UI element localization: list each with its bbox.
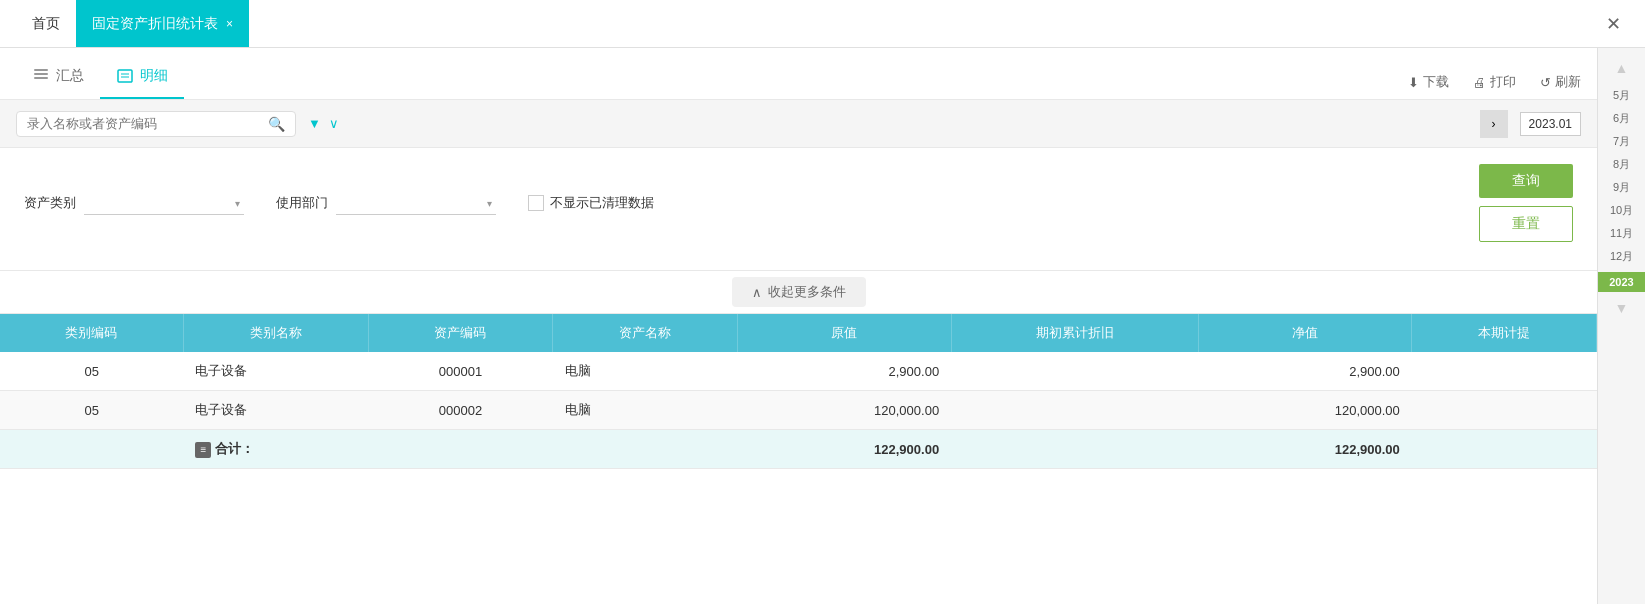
sidebar-month-item[interactable]: 8月 — [1610, 153, 1633, 176]
collapse-icon: ∧ — [752, 285, 762, 300]
refresh-icon: ↺ — [1540, 75, 1551, 90]
sidebar-month-item[interactable]: 6月 — [1610, 107, 1633, 130]
table-row: 05 电子设备 000001 电脑 2,900.00 2,900.00 — [0, 352, 1597, 391]
asset-category-label: 资产类别 — [24, 194, 76, 212]
col-asset-name: 资产名称 — [553, 314, 738, 352]
sidebar-month-item[interactable]: 12月 — [1610, 245, 1633, 268]
chevron-down-icon: ∨ — [329, 116, 339, 131]
tab-title: 固定资产折旧统计表 — [92, 15, 218, 33]
cell-category-code: 05 — [0, 352, 183, 391]
sidebar-scroll-down-btn[interactable]: ▼ — [1611, 296, 1633, 320]
summary-accumulated-dep — [951, 430, 1198, 469]
summary-row: ≡合计： 122,900.00 122,900.00 — [0, 430, 1597, 469]
sidebar-scroll-up-btn[interactable]: ▲ — [1611, 56, 1633, 80]
download-icon: ⬇ — [1408, 75, 1419, 90]
sidebar-month-item[interactable]: 10月 — [1610, 199, 1633, 222]
cell-net-value: 2,900.00 — [1198, 352, 1412, 391]
svg-rect-0 — [34, 73, 48, 75]
col-category-code: 类别编码 — [0, 314, 183, 352]
right-sidebar: ▲ 5月6月7月8月9月10月11月12月 2023 ▼ — [1597, 48, 1645, 604]
query-button[interactable]: 查询 — [1479, 164, 1573, 198]
data-table: 类别编码 类别名称 资产编码 资产名称 原值 期初累计折旧 净值 本期计提 05… — [0, 314, 1597, 469]
cell-asset-name: 电脑 — [553, 391, 738, 430]
summary-current-period — [1412, 430, 1597, 469]
download-btn[interactable]: ⬇ 下载 — [1408, 73, 1449, 91]
cell-accumulated-dep — [951, 352, 1198, 391]
hide-cleared-checkbox[interactable] — [528, 195, 544, 211]
print-icon: 🖨 — [1473, 75, 1486, 90]
tab-detail-label: 明细 — [140, 67, 168, 85]
col-net-value: 净值 — [1198, 314, 1412, 352]
department-field: 使用部门 — [276, 191, 496, 215]
svg-rect-2 — [34, 69, 48, 71]
tab-summary[interactable]: 汇总 — [16, 55, 100, 99]
data-table-container: 类别编码 类别名称 资产编码 资产名称 原值 期初累计折旧 净值 本期计提 05… — [0, 314, 1597, 604]
filter-icon: ▼ — [308, 116, 321, 131]
refresh-btn[interactable]: ↺ 刷新 — [1540, 73, 1581, 91]
col-asset-code: 资产编码 — [368, 314, 553, 352]
more-conditions-btn[interactable]: ▼ ∨ — [308, 116, 339, 131]
print-btn[interactable]: 🖨 打印 — [1473, 73, 1516, 91]
col-category-name: 类别名称 — [183, 314, 368, 352]
table-header-row: 类别编码 类别名称 资产编码 资产名称 原值 期初累计折旧 净值 本期计提 — [0, 314, 1597, 352]
asset-category-field: 资产类别 — [24, 191, 244, 215]
asset-category-select[interactable] — [84, 191, 244, 215]
cell-category-name: 电子设备 — [183, 391, 368, 430]
date-display: 2023.01 — [1520, 112, 1581, 136]
tab-detail[interactable]: 明细 — [100, 55, 184, 99]
department-select[interactable] — [336, 191, 496, 215]
sidebar-month-item[interactable]: 5月 — [1610, 84, 1633, 107]
tab-summary-label: 汇总 — [56, 67, 84, 85]
cell-asset-code: 000001 — [368, 352, 553, 391]
col-accumulated-dep: 期初累计折旧 — [951, 314, 1198, 352]
date-nav-btn[interactable]: › — [1480, 110, 1508, 138]
table-row: 05 电子设备 000002 电脑 120,000.00 120,000.00 — [0, 391, 1597, 430]
summary-original-value: 122,900.00 — [737, 430, 951, 469]
department-label: 使用部门 — [276, 194, 328, 212]
summary-label: ≡合计： — [183, 430, 737, 469]
active-tab[interactable]: 固定资产折旧统计表 × — [76, 0, 249, 47]
search-input[interactable] — [27, 116, 260, 131]
sidebar-month-item[interactable]: 7月 — [1610, 130, 1633, 153]
layers-icon — [32, 67, 50, 85]
sidebar-month-item[interactable]: 11月 — [1610, 222, 1633, 245]
cell-category-code: 05 — [0, 391, 183, 430]
cell-asset-code: 000002 — [368, 391, 553, 430]
hide-cleared-label: 不显示已清理数据 — [550, 194, 654, 212]
svg-rect-1 — [34, 77, 48, 79]
col-current-period: 本期计提 — [1412, 314, 1597, 352]
collapse-btn[interactable]: ∧ 收起更多条件 — [732, 277, 866, 307]
col-original-value: 原值 — [737, 314, 951, 352]
cell-category-name: 电子设备 — [183, 352, 368, 391]
cell-original-value: 2,900.00 — [737, 352, 951, 391]
hide-cleared-field: 不显示已清理数据 — [528, 194, 654, 212]
cell-original-value: 120,000.00 — [737, 391, 951, 430]
sidebar-month-item[interactable]: 9月 — [1610, 176, 1633, 199]
cell-net-value: 120,000.00 — [1198, 391, 1412, 430]
summary-net-value: 122,900.00 — [1198, 430, 1412, 469]
window-close-btn[interactable]: ✕ — [1598, 9, 1629, 39]
sidebar-year: 2023 — [1598, 272, 1645, 292]
search-icon: 🔍 — [268, 116, 285, 132]
cell-current-period — [1412, 391, 1597, 430]
cell-accumulated-dep — [951, 391, 1198, 430]
svg-rect-3 — [118, 70, 132, 82]
tab-close-btn[interactable]: × — [226, 17, 233, 31]
summary-icon: ≡ — [195, 442, 211, 458]
cell-asset-name: 电脑 — [553, 352, 738, 391]
home-nav[interactable]: 首页 — [16, 15, 76, 33]
summary-icon-cell — [0, 430, 183, 469]
detail-icon — [116, 67, 134, 85]
search-input-wrapper: 🔍 — [16, 111, 296, 137]
reset-button[interactable]: 重置 — [1479, 206, 1573, 242]
cell-current-period — [1412, 352, 1597, 391]
